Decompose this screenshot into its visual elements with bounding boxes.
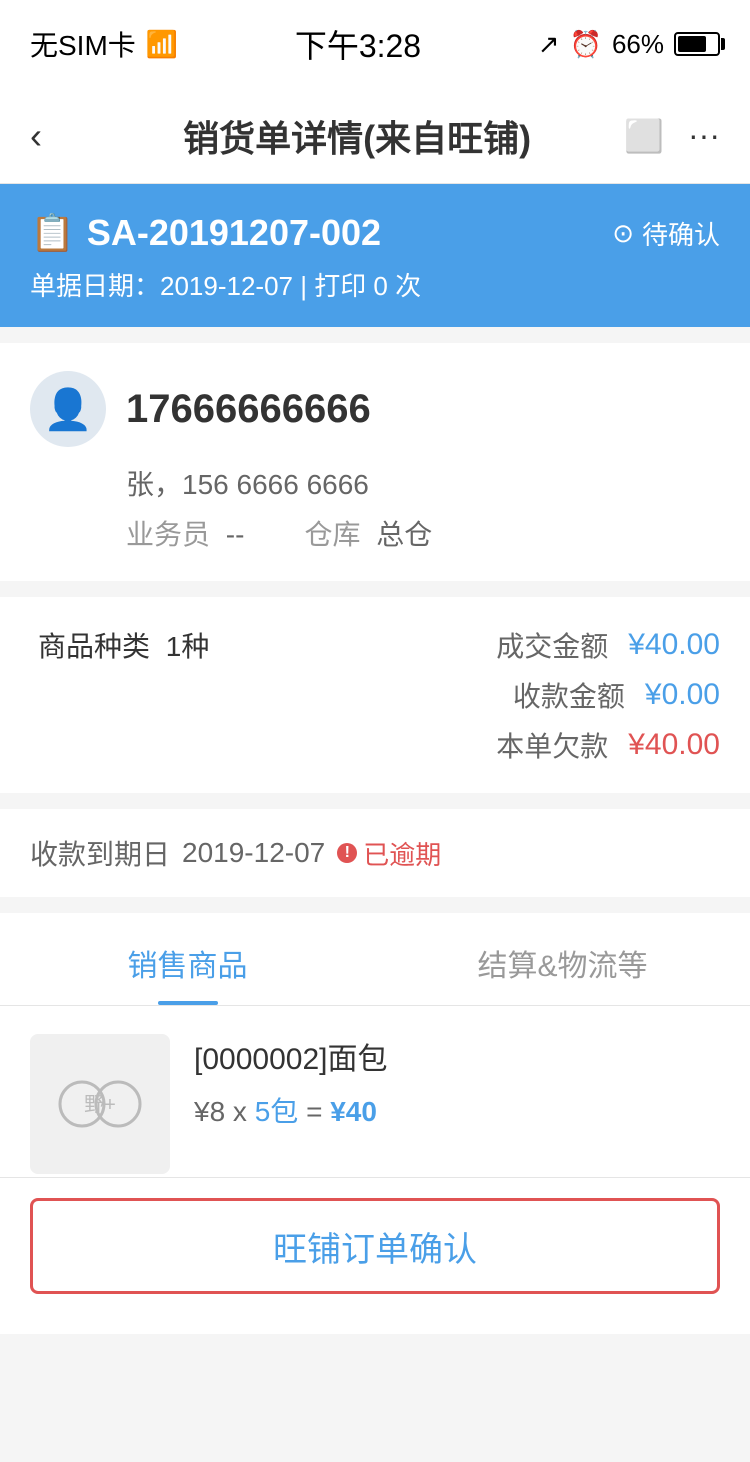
warehouse-value: 总仓 xyxy=(376,519,432,550)
customer-phone: 17666666666 xyxy=(126,387,371,432)
owed-amount-value: ¥40.00 xyxy=(628,728,720,762)
received-amount-row: 收款金额 ¥0.00 xyxy=(513,675,720,715)
product-item: 野+ [0000002]面包 ¥8 x 5包 = ¥40 xyxy=(30,1034,720,1174)
product-section: 野+ [0000002]面包 ¥8 x 5包 = ¥40 xyxy=(0,1006,750,1202)
tab-sales-products[interactable]: 销售商品 xyxy=(0,913,375,1005)
back-button[interactable]: ‹ xyxy=(30,115,90,157)
nav-bar: ‹ 销货单详情(来自旺铺) ⬜ ··· xyxy=(0,88,750,184)
product-qty: 5包 xyxy=(255,1096,299,1127)
salesperson-info: 业务员 -- xyxy=(126,513,244,553)
product-type-item: 商品种类 1种 xyxy=(30,625,209,665)
confirm-button-label: 旺铺订单确认 xyxy=(273,1222,477,1271)
customer-section: 👤 17666666666 张，156 6666 6666 业务员 -- 仓库 … xyxy=(0,343,750,581)
confirm-button-container: 旺铺订单确认 xyxy=(0,1177,750,1334)
svg-text:野+: 野+ xyxy=(84,1094,116,1116)
equals-text: = xyxy=(306,1096,330,1127)
product-type-label: 商品种类 xyxy=(38,631,150,662)
price-text: ¥8 x xyxy=(194,1096,247,1127)
battery-label: 66% xyxy=(612,29,664,60)
nav-actions: ⬜ ··· xyxy=(624,117,720,155)
overdue-label: 收款到期日 xyxy=(30,833,170,873)
product-info: [0000002]面包 ¥8 x 5包 = ¥40 xyxy=(194,1034,720,1130)
warehouse-label: 仓库 xyxy=(304,519,360,550)
overdue-date: 2019-12-07 xyxy=(182,837,325,869)
status-bar-right: ↗ ⏰ 66% xyxy=(538,29,720,60)
product-type-value: 1种 xyxy=(166,631,210,662)
received-amount-label: 收款金额 xyxy=(513,675,625,715)
owed-amount-label: 本单欠款 xyxy=(496,725,608,765)
product-name: [0000002]面包 xyxy=(194,1034,720,1078)
more-button[interactable]: ··· xyxy=(688,117,720,154)
overdue-badge: ! 已逾期 xyxy=(337,835,441,872)
clock-icon: ⊙ xyxy=(612,218,634,249)
order-id-icon: 📋 xyxy=(30,212,75,254)
avatar: 👤 xyxy=(30,371,106,447)
order-date: 单据日期：2019-12-07 | 打印 0 次 xyxy=(30,266,720,303)
carrier-label: 无SIM卡 xyxy=(30,24,136,64)
order-id: 📋 SA-20191207-002 xyxy=(30,212,381,254)
summary-section: 商品种类 1种 成交金额 ¥40.00 收款金额 ¥0.00 本单欠款 ¥40.… xyxy=(0,597,750,793)
customer-row: 👤 17666666666 xyxy=(30,371,720,447)
status-bar: 无SIM卡 📶 下午3:28 ↗ ⏰ 66% xyxy=(0,0,750,88)
customer-contact: 张，156 6666 6666 xyxy=(30,463,720,503)
tabs-header: 销售商品 结算&物流等 xyxy=(0,913,750,1006)
page-title: 销货单详情(来自旺铺) xyxy=(183,110,531,162)
status-bar-left: 无SIM卡 📶 xyxy=(30,24,178,64)
wifi-icon: 📶 xyxy=(146,29,178,60)
product-logo-svg: 野+ xyxy=(50,1069,150,1139)
overdue-badge-text: 已逾期 xyxy=(363,835,441,872)
received-amount-value: ¥0.00 xyxy=(645,678,720,712)
summary-right: 成交金额 ¥40.00 收款金额 ¥0.00 本单欠款 ¥40.00 xyxy=(496,625,720,765)
salesperson-label: 业务员 xyxy=(126,519,210,550)
product-thumbnail: 野+ xyxy=(30,1034,170,1174)
salesperson-value: -- xyxy=(226,519,245,550)
tabs-section: 销售商品 结算&物流等 野+ [0000002]面包 ¥8 x 5包 = xyxy=(0,913,750,1202)
alarm-icon: ⏰ xyxy=(570,29,602,60)
status-bar-time: 下午3:28 xyxy=(295,21,421,67)
transaction-amount-row: 成交金额 ¥40.00 xyxy=(496,625,720,665)
order-header-top: 📋 SA-20191207-002 ⊙ 待确认 xyxy=(30,212,720,254)
order-status: ⊙ 待确认 xyxy=(612,215,720,252)
order-header-card: 📋 SA-20191207-002 ⊙ 待确认 单据日期：2019-12-07 … xyxy=(0,184,750,327)
overdue-section: 收款到期日 2019-12-07 ! 已逾期 xyxy=(0,809,750,897)
tab-settlement-logistics-label: 结算&物流等 xyxy=(477,950,647,983)
share-button[interactable]: ⬜ xyxy=(624,117,664,155)
summary-left: 商品种类 1种 xyxy=(30,625,209,665)
transaction-amount-label: 成交金额 xyxy=(496,625,608,665)
customer-meta: 业务员 -- 仓库 总仓 xyxy=(30,513,720,553)
owed-amount-row: 本单欠款 ¥40.00 xyxy=(496,725,720,765)
product-price: ¥8 x 5包 = ¥40 xyxy=(194,1090,720,1130)
transaction-amount-value: ¥40.00 xyxy=(628,628,720,662)
order-id-text: SA-20191207-002 xyxy=(87,212,381,254)
confirm-order-button[interactable]: 旺铺订单确认 xyxy=(30,1198,720,1294)
tab-settlement-logistics[interactable]: 结算&物流等 xyxy=(375,913,750,1005)
overdue-dot-icon: ! xyxy=(337,843,357,863)
battery-icon xyxy=(674,32,720,56)
order-status-text: 待确认 xyxy=(642,215,720,252)
warehouse-info: 仓库 总仓 xyxy=(304,513,432,553)
product-total: ¥40 xyxy=(330,1096,377,1127)
tab-sales-products-label: 销售商品 xyxy=(128,950,248,983)
location-icon: ↗ xyxy=(538,29,560,60)
avatar-icon: 👤 xyxy=(43,386,93,433)
